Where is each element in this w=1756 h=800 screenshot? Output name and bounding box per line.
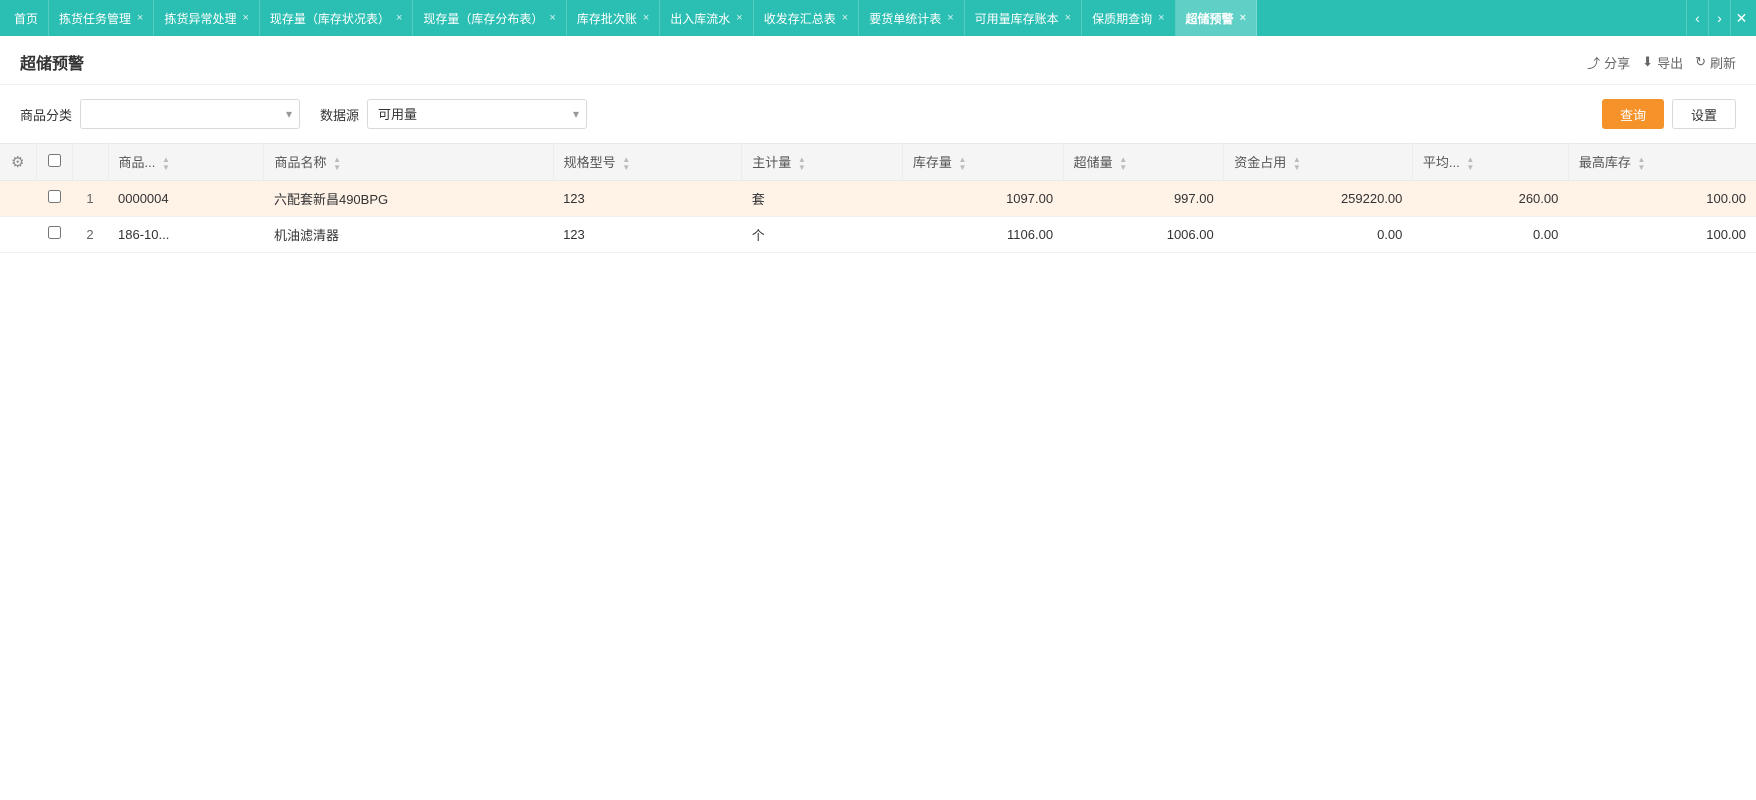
tab-close-icon-5[interactable]: × [643,12,649,24]
topbar-tab-8[interactable]: 要货单统计表× [859,0,964,36]
table-header: ⚙ 商品... ▲▼商品名称 ▲▼规格型号 ▲▼主计量 ▲▼库存量 ▲▼超储量 ▲… [0,144,1756,181]
cell-max-stock-1: 100.00 [1568,216,1756,252]
cell-spec-0: 123 [553,180,742,216]
col-header-spec[interactable]: 规格型号 ▲▼ [553,144,742,181]
tab-close-icon-10[interactable]: × [1158,12,1164,24]
category-filter-group: 商品分类 [20,99,300,129]
table-row: 10000004六配套新昌490BPG123套1097.00997.002592… [0,180,1756,216]
table-row: 2186-10...机油滤清器123个1106.001006.000.000.0… [0,216,1756,252]
col-header-unit[interactable]: 主计量 ▲▼ [742,144,903,181]
cell-stock-1: 1106.00 [902,216,1063,252]
topbar-tab-10[interactable]: 保质期查询× [1082,0,1175,36]
row-num-1: 2 [72,216,108,252]
row-num-0: 1 [72,180,108,216]
tab-close-icon-7[interactable]: × [842,12,848,24]
cell-gear-1 [0,216,36,252]
datasource-select-wrapper: 可用量 库存量 [367,99,587,129]
data-table: ⚙ 商品... ▲▼商品名称 ▲▼规格型号 ▲▼主计量 ▲▼库存量 ▲▼超储量 ▲… [0,143,1756,253]
cell-max-stock-0: 100.00 [1568,180,1756,216]
col-header-check [36,144,72,181]
col-header-stock[interactable]: 库存量 ▲▼ [902,144,1063,181]
col-header-product_name[interactable]: 商品名称 ▲▼ [264,144,553,181]
header-actions: ⤴ 分享 ⬇ 导出 ↻ 刷新 [1587,53,1736,72]
tab-close-icon-1[interactable]: × [137,12,143,24]
query-button[interactable]: 查询 [1602,99,1664,129]
share-icon: ⤴ [1587,53,1600,72]
cell-avg-0: 260.00 [1412,180,1568,216]
cell-overstock-1: 1006.00 [1063,216,1224,252]
topbar-tab-0[interactable]: 首页 [4,0,49,36]
row-checkbox-0[interactable] [48,190,61,203]
col-header-overstock[interactable]: 超储量 ▲▼ [1063,144,1224,181]
category-label: 商品分类 [20,105,72,124]
cell-spec-1: 123 [553,216,742,252]
cell-stock-0: 1097.00 [902,180,1063,216]
filter-right-btns: 查询 设置 [1602,99,1736,129]
cell-unit-1: 个 [742,216,903,252]
share-button[interactable]: ⤴ 分享 [1587,53,1630,72]
cell-overstock-0: 997.00 [1063,180,1224,216]
category-select[interactable] [80,99,300,129]
col-header-rownum [72,144,108,181]
topbar-tab-7[interactable]: 收发存汇总表× [754,0,859,36]
select-all-checkbox[interactable] [48,154,61,167]
cell-product-name-1: 机油滤清器 [264,216,553,252]
topbar-tab-5[interactable]: 库存批次账× [567,0,660,36]
refresh-label: 刷新 [1710,53,1736,72]
datasource-select[interactable]: 可用量 库存量 [367,99,587,129]
datasource-filter-group: 数据源 可用量 库存量 [320,99,587,129]
topbar-tab-9[interactable]: 可用量库存账本× [965,0,1082,36]
cell-check-1 [36,216,72,252]
cell-product-name-0: 六配套新昌490BPG [264,180,553,216]
topbar-tab-4[interactable]: 现存量（库存分布表）× [413,0,566,36]
settings-button[interactable]: 设置 [1672,99,1736,129]
cell-product-code-0: 0000004 [108,180,264,216]
col-header-capital[interactable]: 资金占用 ▲▼ [1224,144,1413,181]
topbar-tab-3[interactable]: 现存量（库存状况表）× [260,0,413,36]
tab-close-icon-8[interactable]: × [947,12,953,24]
page-content: 超储预警 ⤴ 分享 ⬇ 导出 ↻ 刷新 商品分类 [0,36,1756,800]
topbar-tab-1[interactable]: 拣货任务管理× [49,0,154,36]
nav-next-button[interactable]: › [1708,0,1730,36]
refresh-icon: ↻ [1695,54,1706,70]
tab-close-icon-9[interactable]: × [1065,12,1071,24]
cell-capital-1: 0.00 [1224,216,1413,252]
export-button[interactable]: ⬇ 导出 [1642,53,1683,72]
cell-avg-1: 0.00 [1412,216,1568,252]
tab-close-icon-3[interactable]: × [396,12,402,24]
cell-gear-0 [0,180,36,216]
col-header-max_stock[interactable]: 最高库存 ▲▼ [1568,144,1756,181]
table-body: 10000004六配套新昌490BPG123套1097.00997.002592… [0,180,1756,252]
topbar-tab-2[interactable]: 拣货异常处理× [154,0,259,36]
col-header-gear[interactable]: ⚙ [0,144,36,181]
row-checkbox-1[interactable] [48,226,61,239]
cell-product-code-1: 186-10... [108,216,264,252]
datasource-label: 数据源 [320,105,359,124]
cell-unit-0: 套 [742,180,903,216]
nav-prev-button[interactable]: ‹ [1686,0,1708,36]
share-label: 分享 [1604,53,1630,72]
refresh-button[interactable]: ↻ 刷新 [1695,53,1736,72]
col-header-avg[interactable]: 平均... ▲▼ [1412,144,1568,181]
tab-close-icon-2[interactable]: × [242,12,248,24]
topbar-tab-6[interactable]: 出入库流水× [660,0,753,36]
page-title: 超储预警 [20,50,84,74]
gear-icon[interactable]: ⚙ [11,154,24,171]
topbar: 首页拣货任务管理×拣货异常处理×现存量（库存状况表）×现存量（库存分布表）×库存… [0,0,1756,36]
tab-close-icon-6[interactable]: × [736,12,742,24]
cell-check-0 [36,180,72,216]
topbar-tab-11[interactable]: 超储预警× [1176,0,1257,36]
col-header-product_code[interactable]: 商品... ▲▼ [108,144,264,181]
category-select-wrapper [80,99,300,129]
tab-close-icon-4[interactable]: × [549,12,555,24]
page-header: 超储预警 ⤴ 分享 ⬇ 导出 ↻ 刷新 [0,36,1756,85]
export-icon: ⬇ [1642,54,1653,70]
export-label: 导出 [1657,53,1683,72]
cell-capital-0: 259220.00 [1224,180,1413,216]
table-wrapper: ⚙ 商品... ▲▼商品名称 ▲▼规格型号 ▲▼主计量 ▲▼库存量 ▲▼超储量 ▲… [0,143,1756,273]
filter-bar: 商品分类 数据源 可用量 库存量 查询 设置 [0,85,1756,143]
tab-close-icon-11[interactable]: × [1240,12,1246,24]
nav-close-button[interactable]: ✕ [1730,0,1752,36]
